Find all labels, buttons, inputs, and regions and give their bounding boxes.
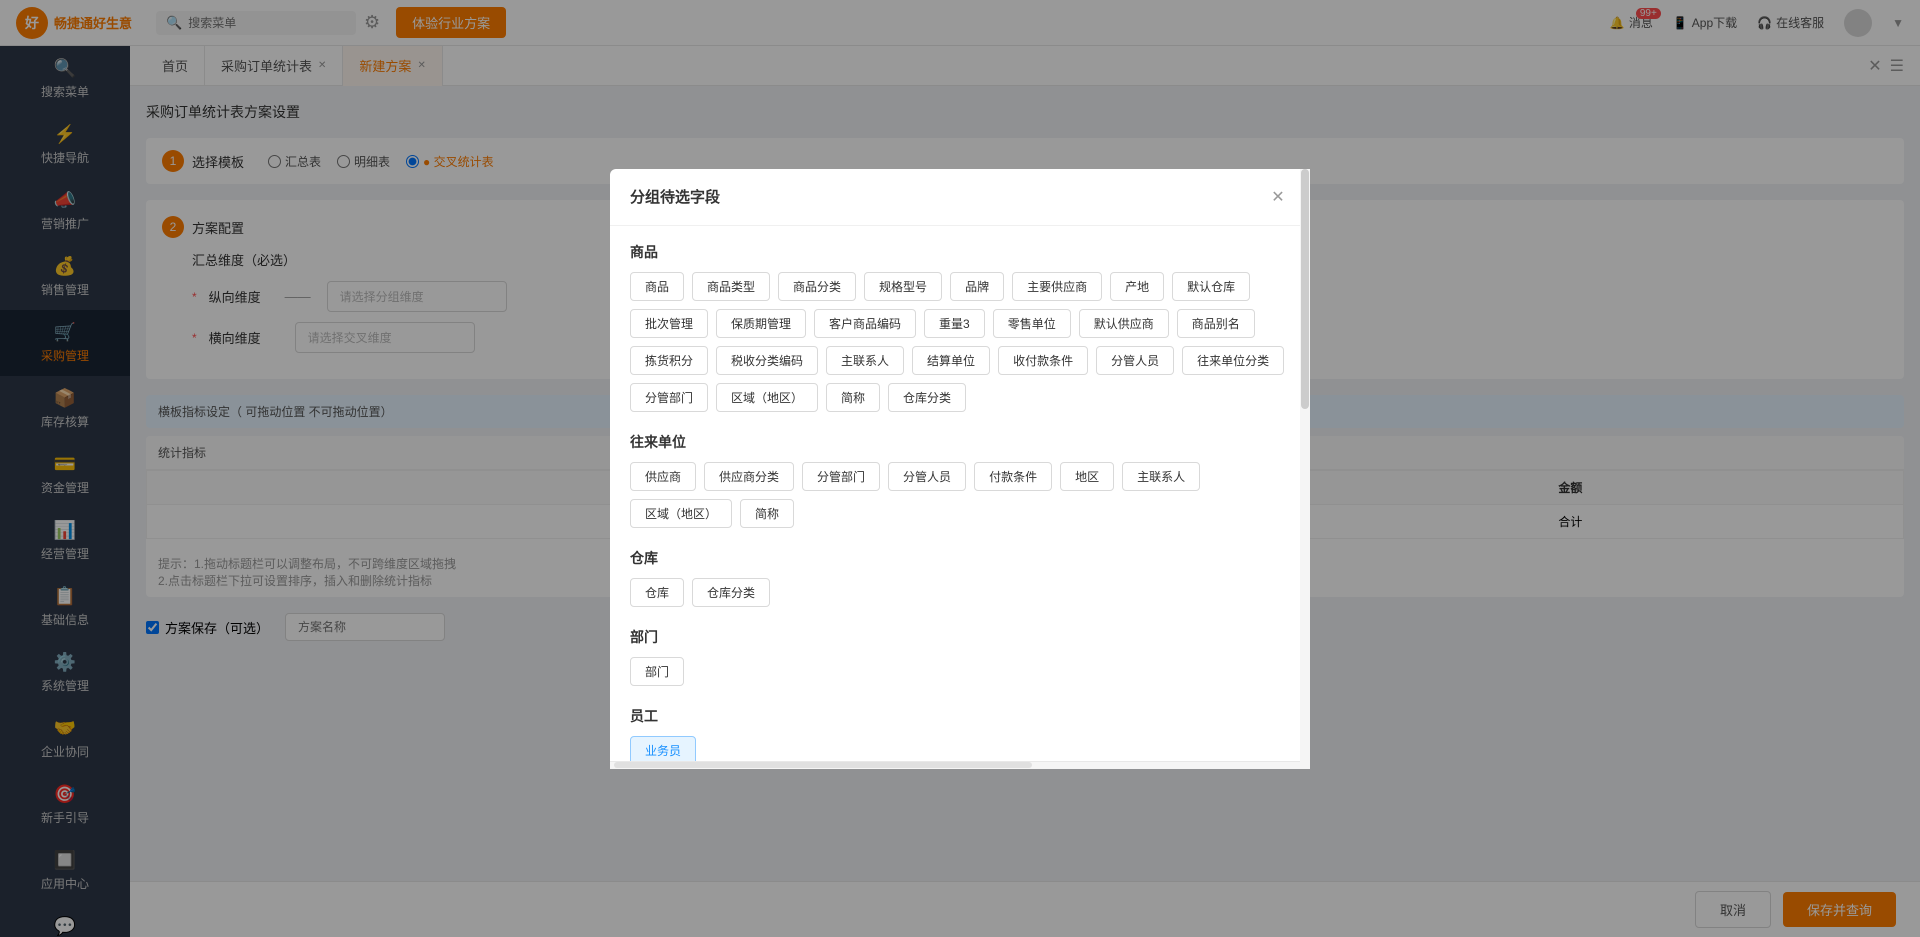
field-tag-salesperson[interactable]: 业务员 [630,736,696,761]
modal-scroll-track [1300,169,1310,769]
field-group-product-title: 商品 [630,242,1290,262]
modal-body[interactable]: 商品 商品 商品类型 商品分类 规格型号 品牌 主要供应商 产地 默认仓库 批次… [610,226,1310,761]
field-group-party: 往来单位 供应商 供应商分类 分管部门 分管人员 付款条件 地区 主联系人 区域… [630,432,1290,528]
field-group-party-title: 往来单位 [630,432,1290,452]
field-tag-warehouse-category[interactable]: 仓库分类 [692,578,770,607]
field-tag-area[interactable]: 地区 [1060,462,1114,491]
field-tag-shelf-life[interactable]: 保质期管理 [716,309,806,338]
field-tag-supplier[interactable]: 供应商 [630,462,696,491]
field-tag-manage-dept[interactable]: 分管部门 [630,383,708,412]
field-group-employee: 员工 业务员 [630,706,1290,761]
field-tag-payment-condition[interactable]: 付款条件 [974,462,1052,491]
field-tag-warehouse[interactable]: 仓库 [630,578,684,607]
field-group-dept-title: 部门 [630,627,1290,647]
field-tag-payment-terms[interactable]: 收付款条件 [998,346,1088,375]
modal-header: 分组待选字段 ✕ [610,169,1310,226]
field-tags-party: 供应商 供应商分类 分管部门 分管人员 付款条件 地区 主联系人 区域（地区） … [630,462,1290,528]
field-tag-main-contact[interactable]: 主联系人 [826,346,904,375]
field-tag-origin[interactable]: 产地 [1110,272,1164,301]
field-tag-region[interactable]: 区域（地区） [716,383,818,412]
field-tag-party-category[interactable]: 往来单位分类 [1182,346,1284,375]
field-tag-weight3[interactable]: 重量3 [924,309,985,338]
field-tag-retail-unit[interactable]: 零售单位 [993,309,1071,338]
modal-title: 分组待选字段 [630,186,720,207]
field-tag-warehouse-cat[interactable]: 仓库分类 [888,383,966,412]
modal-close-button[interactable]: ✕ [1266,185,1290,209]
modal-horizontal-scrollbar[interactable] [610,761,1310,769]
field-tag-settlement-unit[interactable]: 结算单位 [912,346,990,375]
field-tag-spec-model[interactable]: 规格型号 [864,272,942,301]
field-tag-manager-staff[interactable]: 分管人员 [1096,346,1174,375]
field-tag-main-contact-party[interactable]: 主联系人 [1122,462,1200,491]
field-tag-default-supplier[interactable]: 默认供应商 [1079,309,1169,338]
field-tag-default-warehouse[interactable]: 默认仓库 [1172,272,1250,301]
field-group-product: 商品 商品 商品类型 商品分类 规格型号 品牌 主要供应商 产地 默认仓库 批次… [630,242,1290,412]
close-icon: ✕ [1271,187,1284,207]
field-tag-product[interactable]: 商品 [630,272,684,301]
field-tag-dept[interactable]: 部门 [630,657,684,686]
modal-overlay: 分组待选字段 ✕ 商品 商品 商品类型 商品分类 规格型号 品牌 主要供应商 产… [0,0,1920,937]
field-tags-dept: 部门 [630,657,1290,686]
field-tag-customer-code[interactable]: 客户商品编码 [814,309,916,338]
field-tag-tax-code[interactable]: 税收分类编码 [716,346,818,375]
field-tag-short-name-party[interactable]: 简称 [740,499,794,528]
field-tag-product-category[interactable]: 商品分类 [778,272,856,301]
field-tag-brand[interactable]: 品牌 [950,272,1004,301]
modal-hscroll-thumb[interactable] [614,762,1032,768]
modal-vertical-scrollbar[interactable] [1300,169,1310,769]
field-group-warehouse-title: 仓库 [630,548,1290,568]
field-tag-short-name[interactable]: 简称 [826,383,880,412]
field-tag-product-type[interactable]: 商品类型 [692,272,770,301]
field-tag-pick-points[interactable]: 拣货积分 [630,346,708,375]
field-tag-region-party[interactable]: 区域（地区） [630,499,732,528]
field-tag-party-staff[interactable]: 分管人员 [888,462,966,491]
field-tag-party-dept[interactable]: 分管部门 [802,462,880,491]
modal-scroll-thumb[interactable] [1301,169,1309,409]
field-tags-warehouse: 仓库 仓库分类 [630,578,1290,607]
field-tag-product-alias[interactable]: 商品别名 [1177,309,1255,338]
field-group-dept: 部门 部门 [630,627,1290,686]
field-select-modal: 分组待选字段 ✕ 商品 商品 商品类型 商品分类 规格型号 品牌 主要供应商 产… [610,169,1310,769]
field-tag-main-supplier[interactable]: 主要供应商 [1012,272,1102,301]
field-group-employee-title: 员工 [630,706,1290,726]
field-group-warehouse: 仓库 仓库 仓库分类 [630,548,1290,607]
field-tag-supplier-category[interactable]: 供应商分类 [704,462,794,491]
field-tag-batch-mgmt[interactable]: 批次管理 [630,309,708,338]
field-tags-employee: 业务员 [630,736,1290,761]
field-tags-product: 商品 商品类型 商品分类 规格型号 品牌 主要供应商 产地 默认仓库 批次管理 … [630,272,1290,412]
